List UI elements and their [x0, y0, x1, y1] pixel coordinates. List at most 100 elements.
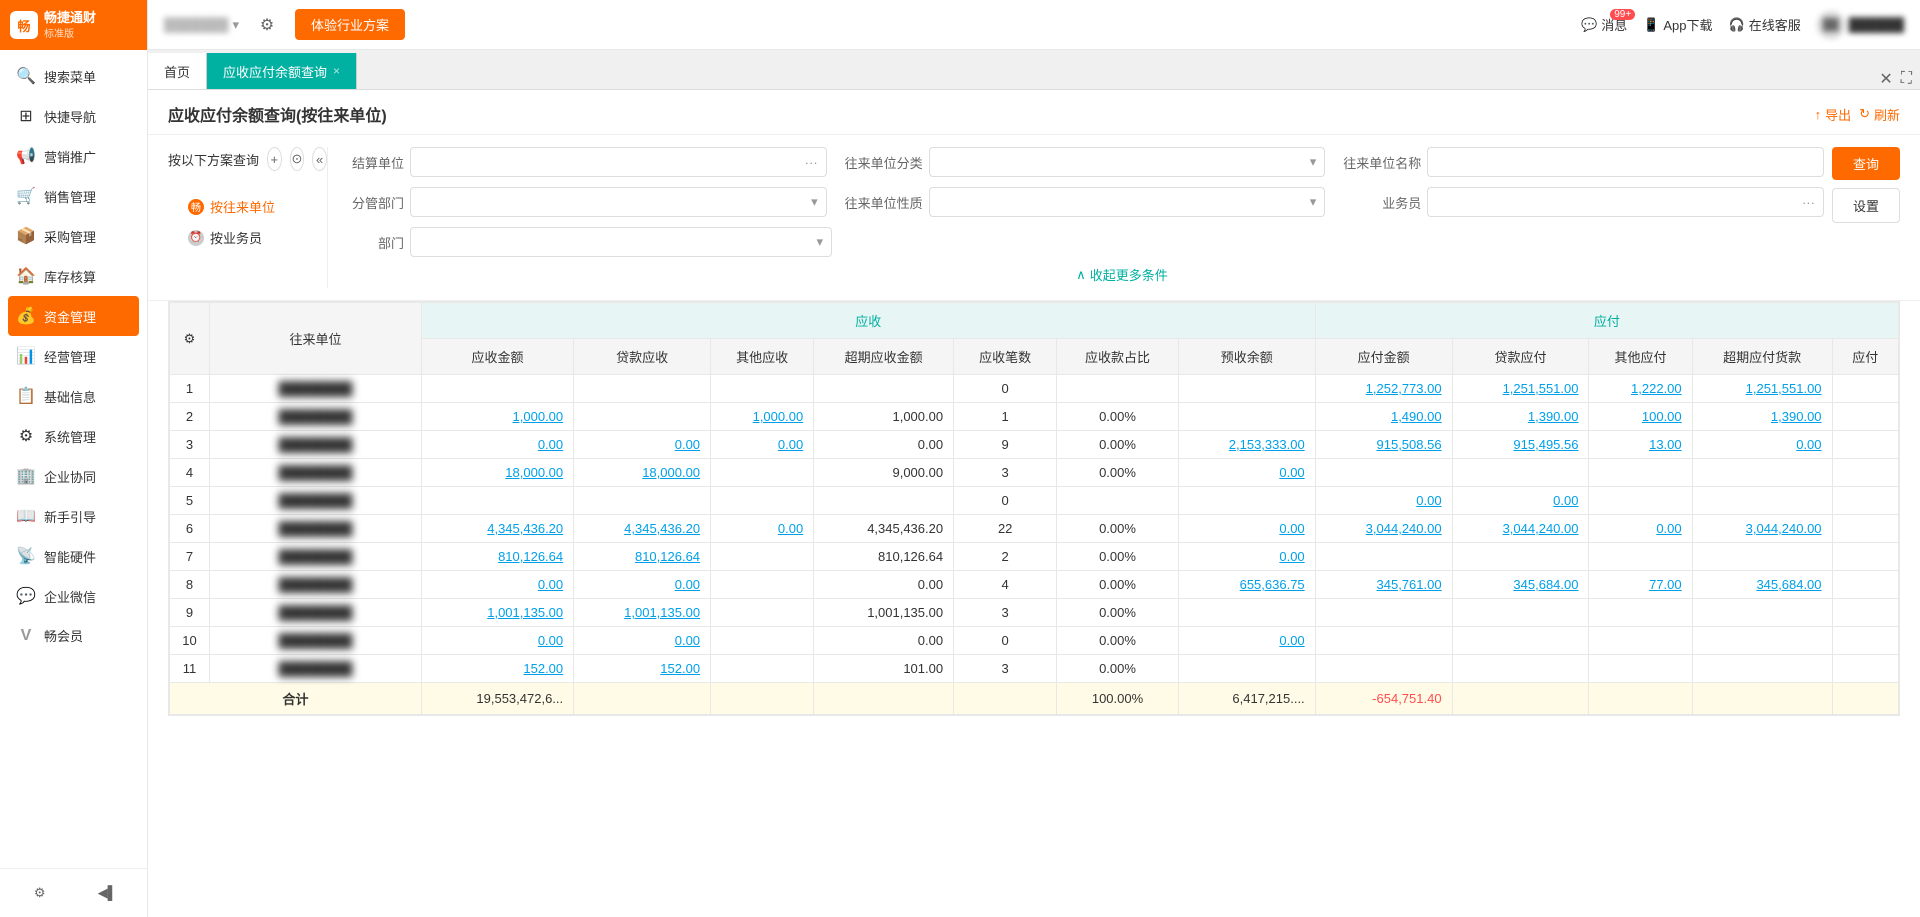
app-download-action[interactable]: 📱 App下载	[1643, 15, 1712, 34]
message-action[interactable]: 💬 消息 99+	[1581, 15, 1627, 34]
search-field-department: 部门 ▾	[344, 227, 832, 257]
cell-ar-ratio: 0.00%	[1057, 543, 1179, 571]
sidebar-item-operation[interactable]: 📊 经营管理	[0, 336, 147, 376]
sidebar-item-inventory[interactable]: 🏠 库存核算	[0, 256, 147, 296]
sidebar-item-label: 系统管理	[44, 427, 96, 446]
cell-ar-other: 0.00	[711, 515, 814, 543]
cell-ap-overdue: 1,251,551.00	[1692, 375, 1832, 403]
cell-ap-loan	[1452, 459, 1589, 487]
cell-ap-overdue: 345,684.00	[1692, 571, 1832, 599]
th-ar-count: 应收笔数	[954, 339, 1057, 375]
gear-icon[interactable]: ⚙	[251, 9, 283, 41]
sidebar-item-hardware[interactable]: 📡 智能硬件	[0, 536, 147, 576]
cell-unit: ████████	[210, 487, 422, 515]
sidebar-item-purchase[interactable]: 📦 采购管理	[0, 216, 147, 256]
salesman-input[interactable]: ···	[1427, 187, 1824, 217]
cell-no: 3	[170, 431, 210, 459]
setting-button[interactable]: 设置	[1832, 188, 1900, 223]
basic-icon: 📋	[16, 386, 36, 406]
sidebar-item-search-menu[interactable]: 🔍 搜索菜单	[0, 56, 147, 96]
export-button[interactable]: ↑ 导出	[1815, 105, 1852, 124]
unit-name-input[interactable]	[1427, 147, 1824, 177]
cell-ap-loan	[1452, 599, 1589, 627]
cell-ar-other	[711, 571, 814, 599]
cell-ar-count: 0	[954, 375, 1057, 403]
sidebar-collapse-btn[interactable]: ◀▌	[78, 879, 138, 907]
cell-ar-loan: 810,126.64	[574, 543, 711, 571]
sidebar-settings-btn[interactable]: ⚙	[10, 879, 70, 907]
cell-no: 5	[170, 487, 210, 515]
service-action[interactable]: 🎧 在线客服	[1729, 15, 1801, 34]
cell-ar-overdue	[814, 375, 954, 403]
collapse-button[interactable]: ∧ 收起更多条件	[1076, 265, 1168, 284]
cell-ar-count: 0	[954, 487, 1057, 515]
sidebar-item-guide[interactable]: 📖 新手引导	[0, 496, 147, 536]
sidebar-item-finance[interactable]: 💰 资金管理	[8, 296, 139, 336]
scheme-item-by-unit[interactable]: 畅 按往来单位	[168, 191, 327, 222]
add-scheme-btn[interactable]: +	[267, 147, 282, 171]
cell-total-ar-loan	[574, 683, 711, 715]
edit-scheme-btn[interactable]: ⊙	[290, 147, 305, 171]
settle-unit-label: 结算单位	[344, 153, 404, 172]
unit-nature-label: 往来单位性质	[843, 193, 923, 212]
cell-ar-overdue: 0.00	[814, 431, 954, 459]
cell-ar-overdue: 9,000.00	[814, 459, 954, 487]
scheme-list: 畅 按往来单位 ⏰ 按业务员	[168, 183, 327, 261]
tab-close-icon[interactable]: ×	[333, 64, 340, 78]
cell-ap-end	[1832, 431, 1898, 459]
sidebar-item-system[interactable]: ⚙ 系统管理	[0, 416, 147, 456]
unit-category-select[interactable]: ▾	[929, 147, 1326, 177]
close-window-icon[interactable]: ✕	[1879, 69, 1892, 89]
maximize-icon[interactable]: ⛶	[1901, 70, 1912, 88]
cell-ar-ratio: 0.00%	[1057, 459, 1179, 487]
th-ar-ratio: 应收款占比	[1057, 339, 1179, 375]
tab-ar-ap[interactable]: 应收应付余额查询 ×	[207, 53, 357, 89]
unit-nature-select[interactable]: ▾	[929, 187, 1326, 217]
search-field-unit-name: 往来单位名称	[1341, 147, 1824, 177]
cell-ar-count: 2	[954, 543, 1057, 571]
scheme-item-by-staff[interactable]: ⏰ 按业务员	[168, 222, 327, 253]
cell-ap-loan: 345,684.00	[1452, 571, 1589, 599]
cell-ap-loan: 1,251,551.00	[1452, 375, 1589, 403]
cell-ar-prepay: 0.00	[1178, 459, 1315, 487]
refresh-button[interactable]: ↻ 刷新	[1859, 105, 1900, 124]
sidebar-item-marketing[interactable]: 📢 营销推广	[0, 136, 147, 176]
cell-ar-amount: 0.00	[421, 571, 573, 599]
table-row: 6 ████████ 4,345,436.20 4,345,436.20 0.0…	[170, 515, 1899, 543]
cell-total-ap-amount: -654,751.40	[1315, 683, 1452, 715]
cell-ar-loan: 152.00	[574, 655, 711, 683]
sidebar-item-basic[interactable]: 📋 基础信息	[0, 376, 147, 416]
sidebar-item-wechat[interactable]: 💬 企业微信	[0, 576, 147, 616]
chevron-down-icon-3: ▾	[811, 194, 818, 210]
sidebar-item-quick-nav[interactable]: ⊞ 快捷导航	[0, 96, 147, 136]
department-select[interactable]: ▾	[410, 227, 832, 257]
cell-ar-overdue: 101.00	[814, 655, 954, 683]
cell-ap-loan: 0.00	[1452, 487, 1589, 515]
cell-ap-end	[1832, 487, 1898, 515]
cell-ap-other	[1589, 655, 1692, 683]
cell-ap-other	[1589, 487, 1692, 515]
cell-ap-other: 77.00	[1589, 571, 1692, 599]
query-button[interactable]: 查询	[1832, 147, 1900, 180]
user-action[interactable]: ██ ██████	[1817, 11, 1904, 39]
settle-unit-input[interactable]: ···	[410, 147, 827, 177]
sidebar-item-member[interactable]: V 畅会员	[0, 616, 147, 655]
table-settings-icon[interactable]: ⚙	[184, 331, 196, 346]
table-row: 5 ████████ 0 0.00 0.00	[170, 487, 1899, 515]
cell-ar-loan: 0.00	[574, 627, 711, 655]
sidebar-item-enterprise[interactable]: 🏢 企业协同	[0, 456, 147, 496]
table-row: 10 ████████ 0.00 0.00 0.00 0 0.00% 0.00	[170, 627, 1899, 655]
promo-button[interactable]: 体验行业方案	[295, 9, 405, 40]
cell-ar-overdue: 0.00	[814, 627, 954, 655]
back-scheme-btn[interactable]: «	[312, 147, 327, 171]
tab-home[interactable]: 首页	[148, 53, 207, 89]
cell-total-label: 合计	[170, 683, 422, 715]
cell-no: 7	[170, 543, 210, 571]
cell-ap-overdue	[1692, 599, 1832, 627]
cell-ap-other: 1,222.00	[1589, 375, 1692, 403]
th-ar-loan: 贷款应收	[574, 339, 711, 375]
data-table: ⚙ 往来单位 应收 应付 应收金额 贷款应收 其他应收 超期应收金额	[169, 302, 1899, 715]
chevron-down-icon[interactable]: ▾	[232, 17, 239, 33]
sidebar-item-sales[interactable]: 🛒 销售管理	[0, 176, 147, 216]
dept-select[interactable]: ▾	[410, 187, 827, 217]
